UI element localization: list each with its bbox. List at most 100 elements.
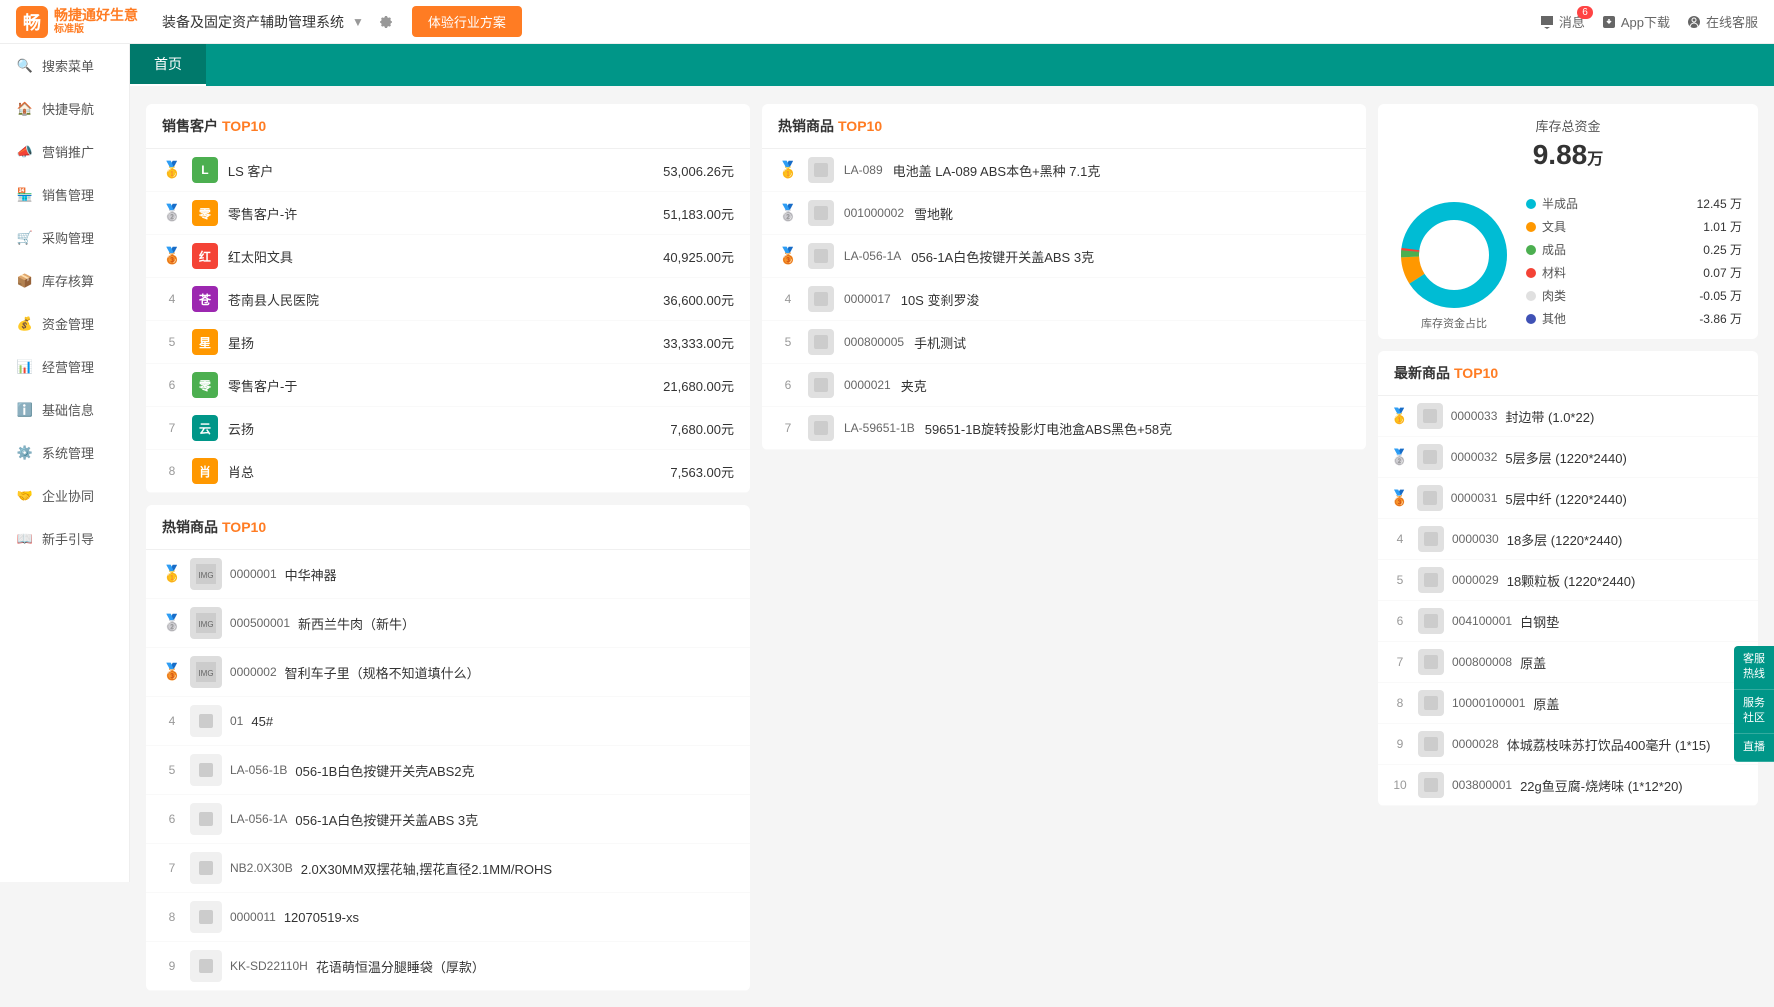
product-code: LA-056-1A [844,249,901,263]
hot-sales-title: 热销商品 [778,116,834,136]
product-name: 18颗粒板 (1220*2440) [1507,571,1746,590]
tab-home[interactable]: 首页 [130,44,206,86]
product-code: 0000031 [1451,491,1498,505]
product-name: 封边带 (1.0*22) [1505,407,1746,426]
hot-product-item: 🥇 IMG 0000001 中华神器 [146,550,750,599]
product-name: 45# [251,714,273,729]
float-buttons: 客服热线 服务社区 直播 [1734,646,1774,762]
rank-number: 6 [162,378,182,392]
product-icon [808,243,834,269]
sidebar-item-collab[interactable]: 🤝 企业协同 [0,474,129,517]
sales-icon: 🏪 [16,186,34,204]
hot-product-item: 7 NB2.0X30B 2.0X30MM双摆花轴,摆花直径2.1MM/ROHS [146,844,750,893]
sidebar-item-management[interactable]: 📊 经营管理 [0,345,129,388]
sidebar-item-search[interactable]: 🔍 搜索菜单 [0,44,129,87]
legend-name: 材料 [1542,264,1697,281]
message-button[interactable]: 消息 6 [1539,12,1585,31]
legend-name: 肉类 [1542,287,1693,304]
inventory-card: 库存总资金 9.88万 [1378,104,1758,339]
product-code: 001000002 [844,206,904,220]
product-icon [1418,731,1444,757]
sidebar-item-inventory[interactable]: 📦 库存核算 [0,259,129,302]
product-icon [808,372,834,398]
customer-amount: 33,333.00元 [663,333,734,352]
sidebar-item-guide[interactable]: 📖 新手引导 [0,517,129,560]
sidebar-item-marketing[interactable]: 📣 营销推广 [0,130,129,173]
product-name: 5层中纤 (1220*2440) [1505,489,1746,508]
sidebar-item-quicknav[interactable]: 🏠 快捷导航 [0,87,129,130]
sidebar-item-label: 库存核算 [42,271,94,290]
newest-products-header: 最新商品 TOP10 [1378,351,1758,396]
svg-text:IMG: IMG [198,620,213,629]
customer-amount: 21,680.00元 [663,376,734,395]
product-thumbnail [190,950,222,982]
newest-product-item: 8 10000100001 原盖 [1378,683,1758,724]
product-icon [808,157,834,183]
legend-dot [1526,314,1536,324]
hot-sales-item: 4 0000017 10S 变刹罗浚 [762,278,1366,321]
legend-item: 材料 0.07 万 [1526,264,1742,281]
newest-product-item: 6 004100001 白钢垫 [1378,601,1758,642]
hot-sales-list: 🥇 LA-089 电池盖 LA-089 ABS本色+黑种 7.1克 🥈 0010… [762,149,1366,450]
float-btn-live[interactable]: 直播 [1734,734,1774,762]
product-code: 0000002 [230,665,277,679]
legend-item: 半成品 12.45 万 [1526,195,1742,212]
newest-product-item: 5 0000029 18颗粒板 (1220*2440) [1378,560,1758,601]
product-icon [1418,567,1444,593]
product-name: 22g鱼豆腐-烧烤味 (1*12*20) [1520,776,1746,795]
avatar: 肖 [192,458,218,484]
customer-amount: 51,183.00元 [663,204,734,223]
product-code: 0000011 [230,910,276,924]
trial-button[interactable]: 体验行业方案 [412,6,522,37]
product-name: 电池盖 LA-089 ABS本色+黑种 7.1克 [893,161,1350,180]
rank-number: 7 [162,421,182,435]
legend-dot [1526,291,1536,301]
avatar: 零 [192,372,218,398]
sidebar-item-purchase[interactable]: 🛒 采购管理 [0,216,129,259]
system-selector[interactable]: 装备及固定资产辅助管理系统 ▼ [162,12,364,32]
legend-name: 半成品 [1542,195,1691,212]
product-code: 01 [230,714,243,728]
product-name: 原盖 [1533,694,1746,713]
hot-sales-item: 7 LA-59651-1B 59651-1B旋转投影灯电池盒ABS黑色+58克 [762,407,1366,450]
newest-product-item: 7 000800008 原盖 [1378,642,1758,683]
logo-line2: 标准版 [54,24,138,36]
product-thumbnail: IMG [190,656,222,688]
product-icon [1418,608,1444,634]
product-name: 雪地靴 [914,204,1350,223]
customer-amount: 40,925.00元 [663,247,734,266]
product-name: 新西兰牛肉（新牛） [298,614,415,633]
product-code: LA-59651-1B [844,421,915,435]
gear-button[interactable] [372,8,400,36]
hot-product-item: 🥈 IMG 000500001 新西兰牛肉（新牛） [146,599,750,648]
sidebar-item-sales[interactable]: 🏪 销售管理 [0,173,129,216]
rank-number: 5 [162,335,182,349]
newest-top10-label: TOP10 [1454,365,1498,381]
sidebar-item-system[interactable]: ⚙️ 系统管理 [0,431,129,474]
app-download-button[interactable]: App下载 [1601,12,1670,31]
message-badge: 6 [1577,6,1593,19]
hot-sales-item: 🥉 LA-056-1A 056-1A白色按键开关盖ABS 3克 [762,235,1366,278]
float-btn-community[interactable]: 服务社区 [1734,690,1774,734]
product-code: 004100001 [1452,614,1512,628]
online-service-button[interactable]: 在线客服 [1686,12,1758,31]
product-code: 0000029 [1452,573,1499,587]
sidebar-item-label: 搜索菜单 [42,56,94,75]
customer-list-item: 7 云 云扬 7,680.00元 [146,407,750,450]
sidebar: 🔍 搜索菜单 🏠 快捷导航 📣 营销推广 🏪 销售管理 🛒 采购管理 📦 库存核… [0,44,130,882]
sidebar-item-label: 企业协同 [42,486,94,505]
newest-products-title: 最新商品 [1394,363,1450,383]
customer-amount: 7,680.00元 [670,419,734,438]
float-btn-service[interactable]: 客服热线 [1734,646,1774,690]
sidebar-item-basic-info[interactable]: ℹ️ 基础信息 [0,388,129,431]
svg-text:IMG: IMG [198,571,213,580]
customer-top10-card: 销售客户 TOP10 🥇 L LS 客户 53,006.26元 🥈 零 零售客户… [146,104,750,493]
sidebar-item-finance[interactable]: 💰 资金管理 [0,302,129,345]
customer-amount: 53,006.26元 [663,161,734,180]
legend-item: 成品 0.25 万 [1526,241,1742,258]
newest-product-item: 9 0000028 体城荔枝味苏打饮品400毫升 (1*15) [1378,724,1758,765]
customer-list-item: 4 苍 苍南县人民医院 36,600.00元 [146,278,750,321]
product-name: 2.0X30MM双摆花轴,摆花直径2.1MM/ROHS [301,859,552,878]
hot-product-item: 🥉 IMG 0000002 智利车子里（规格不知道填什么） [146,648,750,697]
product-icon [808,415,834,441]
